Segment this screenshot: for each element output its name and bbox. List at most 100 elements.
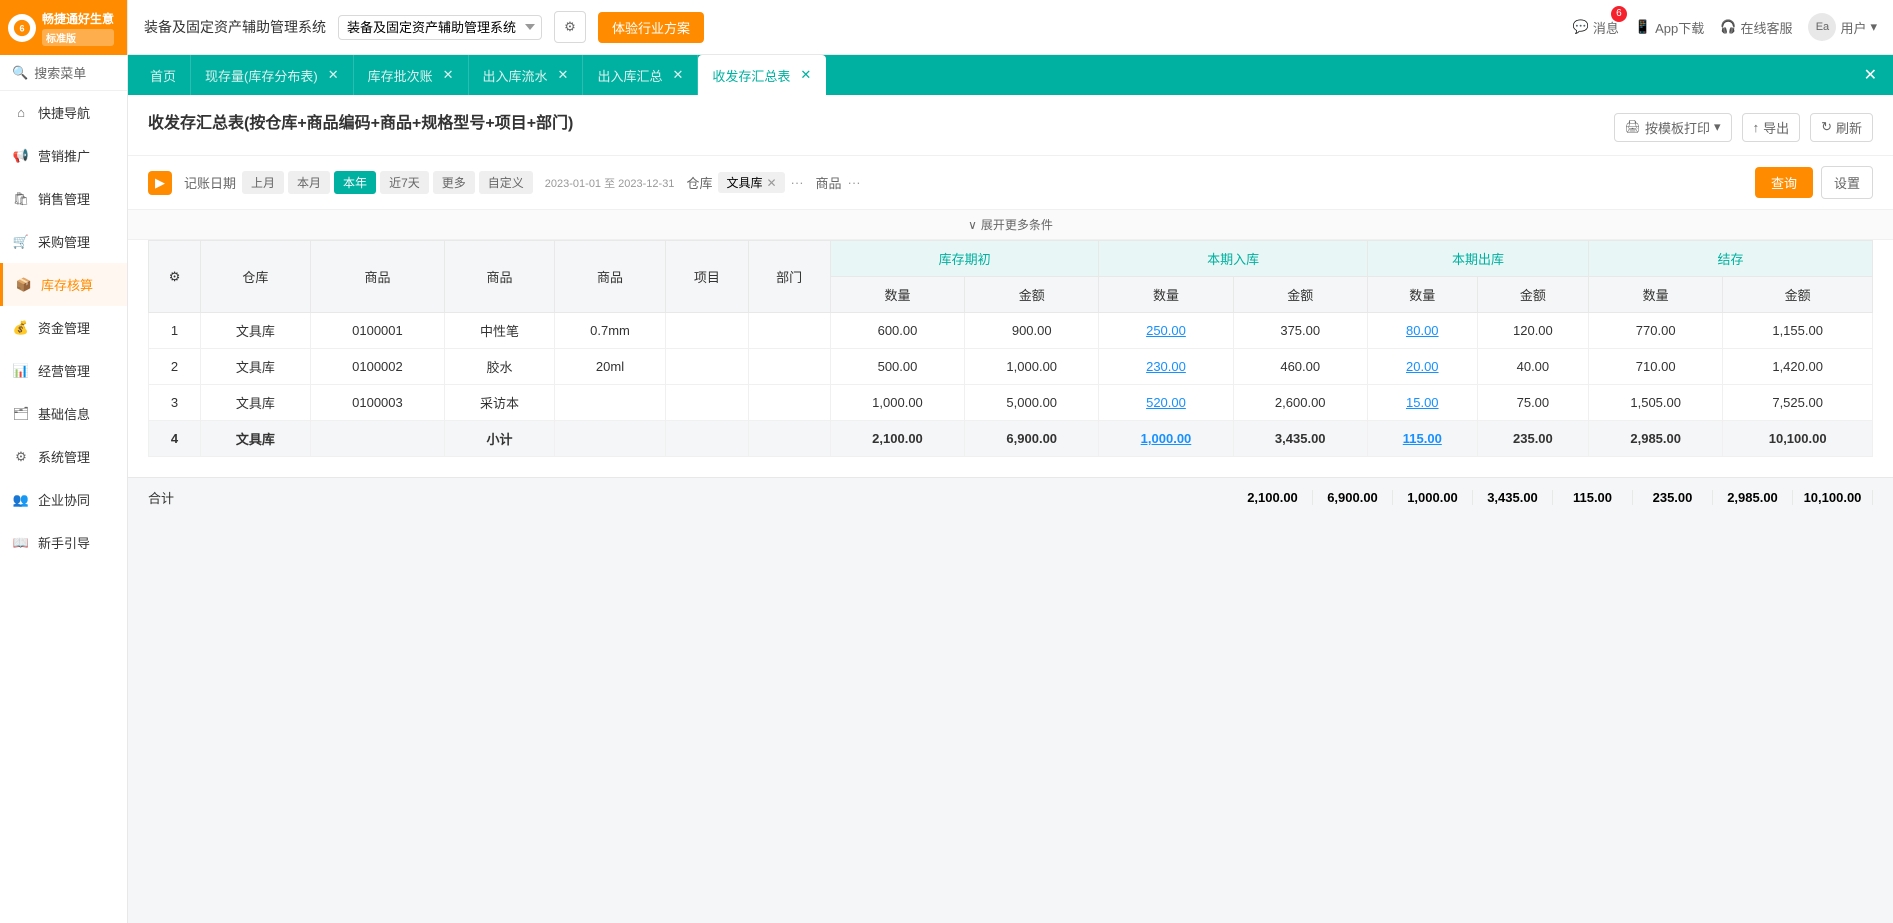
tab-recv-send[interactable]: 收发存汇总表 ✕ — [698, 55, 826, 95]
cell-out-qty[interactable]: 80.00 — [1367, 313, 1477, 349]
app-name: 畅捷通好生意 — [42, 10, 114, 27]
sidebar-item-base[interactable]: 🗂 基础信息 — [0, 392, 127, 435]
tab-label: 库存批次账 — [368, 66, 433, 85]
sidebar-item-inventory[interactable]: 📦 库存核算 — [0, 263, 127, 306]
search-label: 搜索菜单 — [34, 63, 86, 82]
sidebar-item-purchase[interactable]: 🛒 采购管理 — [0, 220, 127, 263]
sidebar-item-finance[interactable]: 💰 资金管理 — [0, 306, 127, 349]
app-download-button[interactable]: 📱 App下载 — [1635, 18, 1704, 37]
sidebar-item-sales[interactable]: 🛍 销售管理 — [0, 177, 127, 220]
cell-in-qty[interactable]: 250.00 — [1099, 313, 1233, 349]
sidebar-item-label: 企业协同 — [38, 490, 90, 509]
user-menu[interactable]: Ea 用户 ▾ — [1808, 13, 1877, 41]
date-last-month[interactable]: 上月 — [242, 171, 284, 194]
bullhorn-icon: 📢 — [12, 147, 30, 165]
chevron-down-icon: ∨ — [968, 218, 977, 232]
footer-label: 合计 — [148, 488, 174, 507]
cell-in-qty[interactable]: 1,000.00 — [1099, 421, 1233, 457]
expand-btn[interactable]: ∨ 展开更多条件 — [968, 216, 1053, 233]
system-selector[interactable]: 装备及固定资产辅助管理系统 — [338, 15, 542, 40]
sidebar-item-label: 基础信息 — [38, 404, 90, 423]
refresh-label: 刷新 — [1836, 118, 1862, 137]
cell-name: 胶水 — [445, 349, 555, 385]
cell-bal-amt: 7,525.00 — [1723, 385, 1873, 421]
date-last-7[interactable]: 近7天 — [380, 171, 429, 194]
cell-name: 中性笔 — [445, 313, 555, 349]
tab-close-icon[interactable]: ✕ — [443, 67, 454, 83]
user-avatar: Ea — [1808, 13, 1836, 41]
cart-icon: 🛒 — [12, 233, 30, 251]
search-menu[interactable]: 🔍 搜索菜单 — [0, 55, 127, 91]
topbar-left: 装备及固定资产辅助管理系统 装备及固定资产辅助管理系统 ⚙ 体验行业方案 — [144, 11, 704, 43]
warehouse-tag-remove[interactable]: ✕ — [766, 176, 776, 190]
filter-actions: 查询 设置 — [1755, 166, 1873, 199]
warehouse-tag: 文具库 ✕ — [718, 172, 784, 193]
cell-in-qty[interactable]: 520.00 — [1099, 385, 1233, 421]
sidebar-item-marketing[interactable]: 📢 营销推广 — [0, 134, 127, 177]
cell-bal-amt: 1,155.00 — [1723, 313, 1873, 349]
tab-close-icon[interactable]: ✕ — [800, 67, 811, 83]
export-button[interactable]: ↑ 导出 — [1742, 113, 1801, 142]
settings-button[interactable]: 设置 — [1821, 166, 1873, 199]
messages-button[interactable]: 💬 6 消息 — [1573, 18, 1619, 37]
sidebar-item-system[interactable]: ⚙ 系统管理 — [0, 435, 127, 478]
cell-dept — [748, 421, 830, 457]
cell-out-qty[interactable]: 20.00 — [1367, 349, 1477, 385]
goods-filter-label: 商品 — [816, 173, 842, 192]
cell-project — [666, 349, 748, 385]
app-logo: 6 畅捷通好生意 标准版 — [0, 0, 127, 55]
tab-inventory-dist[interactable]: 现存量(库存分布表) ✕ — [191, 55, 354, 95]
sidebar-item-cooperation[interactable]: 👥 企业协同 — [0, 478, 127, 521]
tab-label: 出入库汇总 — [597, 66, 662, 85]
query-button[interactable]: 查询 — [1755, 167, 1813, 198]
chevron-down-icon: ▾ — [1870, 19, 1877, 35]
tab-close-icon[interactable]: ✕ — [672, 67, 683, 83]
col-bal-qty-header: 数量 — [1589, 277, 1723, 313]
date-range-display: 2023-01-01 至 2023-12-31 — [545, 175, 675, 191]
refresh-button[interactable]: ↻ 刷新 — [1810, 113, 1873, 142]
cell-bal-qty: 770.00 — [1589, 313, 1723, 349]
tab-inout-summary[interactable]: 出入库汇总 ✕ — [583, 55, 698, 95]
table-settings-icon[interactable]: ⚙ — [169, 269, 181, 284]
table-row: 3 文具库 0100003 采访本 1,000.00 5,000.00 520.… — [149, 385, 1873, 421]
tab-close-icon[interactable]: ✕ — [328, 67, 339, 83]
date-this-month[interactable]: 本月 — [288, 171, 330, 194]
cell-bal-qty: 710.00 — [1589, 349, 1723, 385]
cell-init-amt: 900.00 — [965, 313, 1099, 349]
sidebar-item-quick[interactable]: ⌂ 快捷导航 — [0, 91, 127, 134]
warehouse-more-btn[interactable]: ··· — [791, 175, 804, 190]
tab-inout-flow[interactable]: 出入库流水 ✕ — [469, 55, 584, 95]
date-this-year[interactable]: 本年 — [334, 171, 376, 194]
filter-toggle-button[interactable]: ▶ — [148, 171, 172, 195]
print-button[interactable]: 🖨 按模板打印 ▾ — [1614, 113, 1732, 142]
gear-button[interactable]: ⚙ — [554, 11, 586, 43]
sidebar-item-guide[interactable]: 📖 新手引导 — [0, 521, 127, 564]
goods-more-btn[interactable]: ··· — [848, 175, 861, 190]
download-icon: 📱 — [1635, 19, 1651, 35]
warehouse-filter-section: 仓库 文具库 ✕ ··· — [686, 172, 803, 193]
cell-out-qty[interactable]: 15.00 — [1367, 385, 1477, 421]
tab-batch[interactable]: 库存批次账 ✕ — [354, 55, 469, 95]
cell-out-qty[interactable]: 115.00 — [1367, 421, 1477, 457]
sidebar-item-operations[interactable]: 📊 经营管理 — [0, 349, 127, 392]
cell-in-qty[interactable]: 230.00 — [1099, 349, 1233, 385]
date-custom[interactable]: 自定义 — [479, 171, 533, 194]
cell-bal-amt: 1,420.00 — [1723, 349, 1873, 385]
col-out-header: 本期出库 — [1367, 241, 1588, 277]
col-code-header: 商品 — [310, 241, 444, 313]
online-service-button[interactable]: 🎧 在线客服 — [1720, 18, 1792, 37]
date-more[interactable]: 更多 — [433, 171, 475, 194]
tab-close-icon[interactable]: ✕ — [558, 67, 569, 83]
sidebar-item-label: 库存核算 — [41, 275, 93, 294]
expand-more-row[interactable]: ∨ 展开更多条件 — [128, 210, 1893, 240]
online-service-label: 在线客服 — [1740, 18, 1792, 37]
tab-home[interactable]: 首页 — [136, 55, 191, 95]
tabbar-close-button[interactable]: ✕ — [1856, 65, 1885, 85]
service-icon: 🎧 — [1720, 19, 1736, 35]
system-name: 装备及固定资产辅助管理系统 — [144, 17, 326, 37]
col-dept-header: 部门 — [748, 241, 830, 313]
col-settings-header[interactable]: ⚙ — [149, 241, 201, 313]
cell-project — [666, 385, 748, 421]
page: 收发存汇总表(按仓库+商品编码+商品+规格型号+项目+部门) 🖨 按模板打印 ▾… — [128, 95, 1893, 517]
trial-button[interactable]: 体验行业方案 — [598, 12, 704, 43]
